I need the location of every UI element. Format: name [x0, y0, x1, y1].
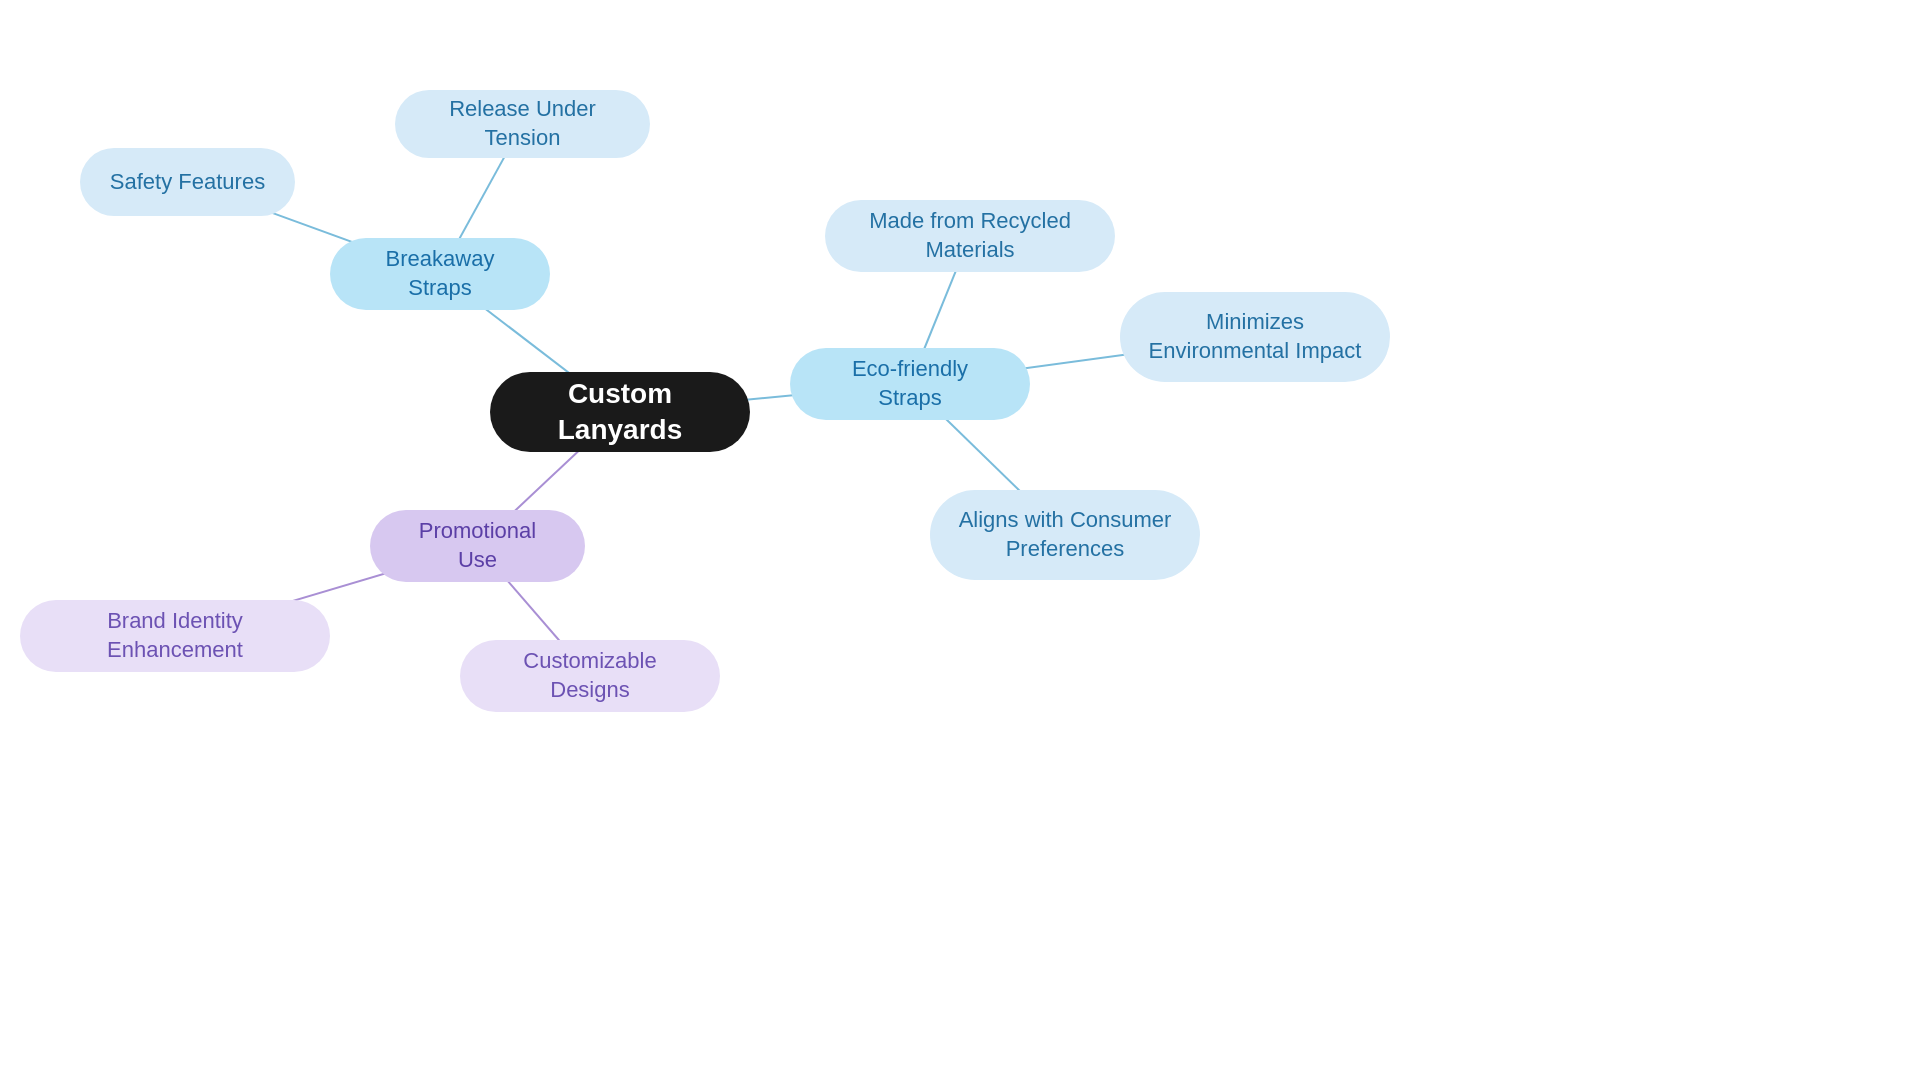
eco-node: Eco-friendly Straps — [790, 348, 1030, 420]
promotional-node: Promotional Use — [370, 510, 585, 582]
recycled-node: Made from Recycled Materials — [825, 200, 1115, 272]
center-node: Custom Lanyards — [490, 372, 750, 452]
customizable-node: Customizable Designs — [460, 640, 720, 712]
safety-node: Safety Features — [80, 148, 295, 216]
aligns-node: Aligns with Consumer Preferences — [930, 490, 1200, 580]
brand-node: Brand Identity Enhancement — [20, 600, 330, 672]
breakaway-node: Breakaway Straps — [330, 238, 550, 310]
minimizes-node: Minimizes Environmental Impact — [1120, 292, 1390, 382]
release-node: Release Under Tension — [395, 90, 650, 158]
